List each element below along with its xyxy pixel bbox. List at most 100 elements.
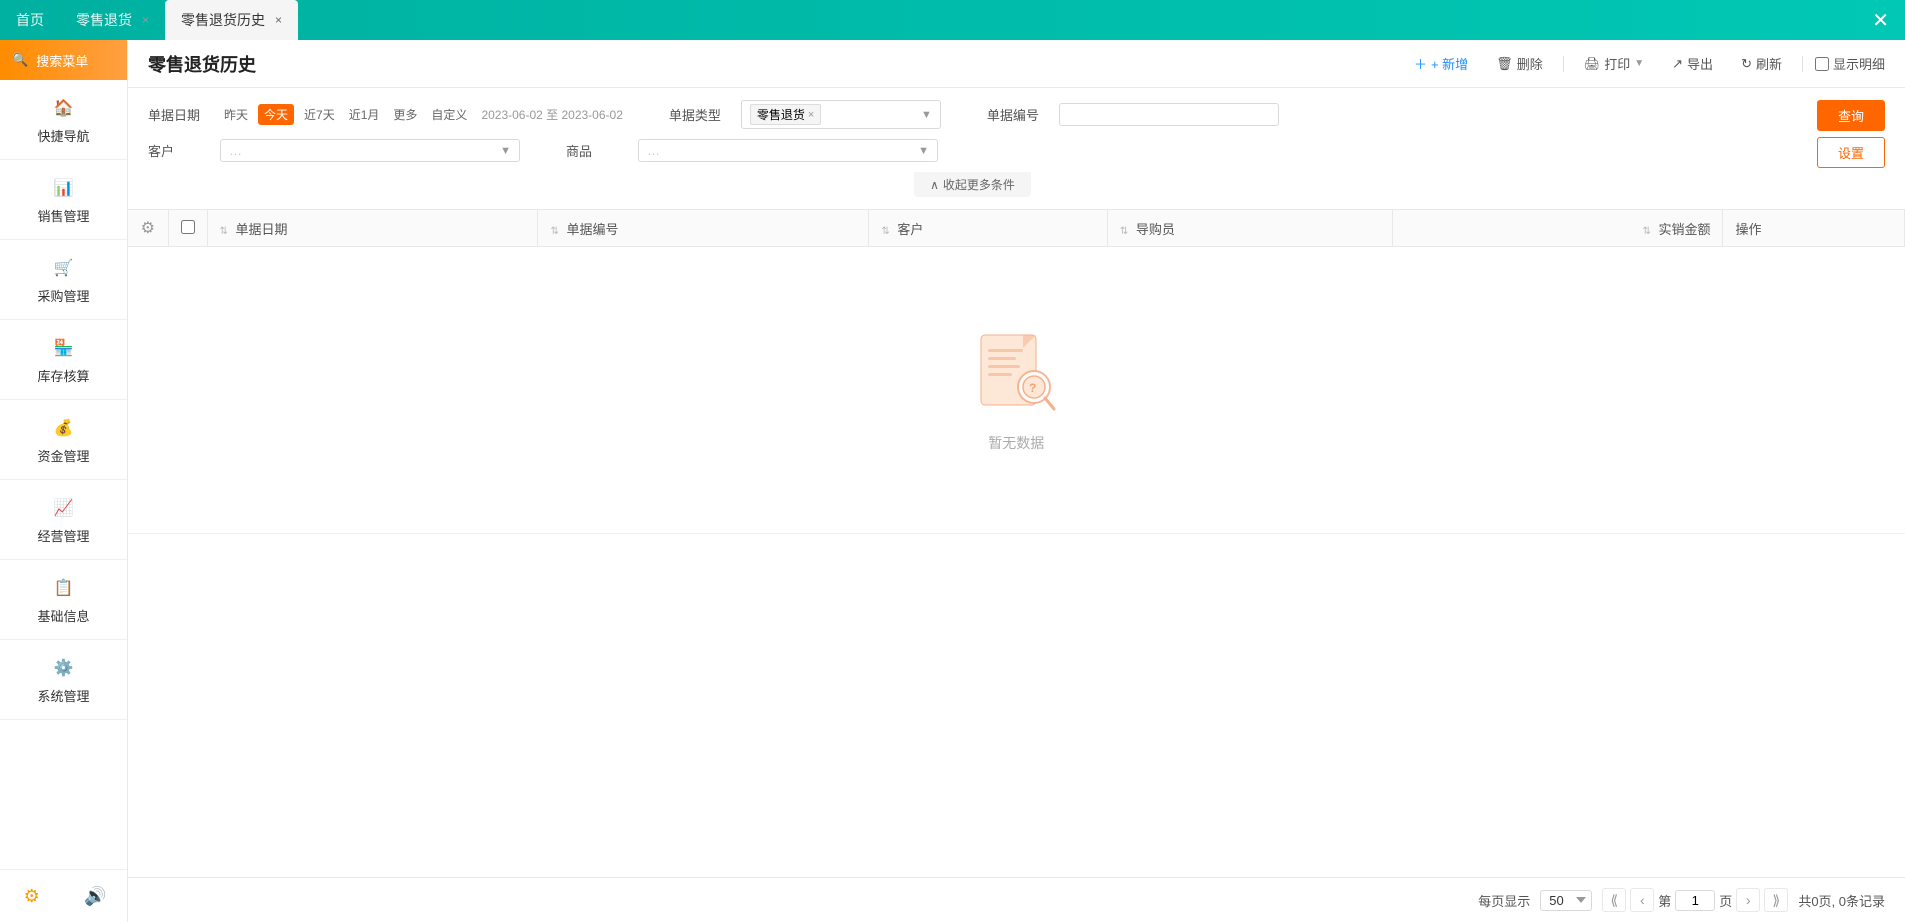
new-button[interactable]: ＋ + 新增 bbox=[1406, 50, 1476, 77]
page-next-button[interactable]: › bbox=[1736, 888, 1760, 912]
customer-select[interactable]: … ▼ bbox=[220, 139, 520, 162]
print-button[interactable]: 🖨 打印 ▼ bbox=[1576, 50, 1652, 77]
page-number-input[interactable] bbox=[1675, 890, 1715, 911]
tab-retail-return-history-close[interactable]: × bbox=[275, 13, 282, 27]
table-col-number[interactable]: ⇅ 单据编号 bbox=[538, 210, 869, 247]
sidebar-item-sales-label: 销售管理 bbox=[37, 206, 89, 225]
page-nav: ⟪ ‹ 第 页 › ⟫ bbox=[1602, 888, 1788, 912]
sidebar-item-system[interactable]: ⚙️ 系统管理 bbox=[0, 640, 127, 720]
table-col-date[interactable]: ⇅ 单据日期 bbox=[207, 210, 538, 247]
sales-icon: 📊 bbox=[50, 174, 78, 202]
purchase-icon: 🛒 bbox=[50, 254, 78, 282]
doc-type-arrow-icon: ▼ bbox=[921, 109, 932, 121]
date-btn-custom[interactable]: 自定义 bbox=[427, 104, 471, 125]
collapse-up-icon: ∧ bbox=[930, 178, 939, 192]
date-btn-more[interactable]: 更多 bbox=[389, 104, 421, 125]
sidebar-settings-button[interactable]: ⚙ bbox=[16, 880, 48, 912]
doc-type-tag-remove[interactable]: × bbox=[808, 109, 814, 121]
sidebar-item-finance[interactable]: 💰 资金管理 bbox=[0, 400, 127, 480]
page-last-button[interactable]: ⟫ bbox=[1764, 888, 1788, 912]
top-bar: 首页 零售退货 × 零售退货历史 × ✕ bbox=[0, 0, 1905, 40]
filter-fields: 单据日期 昨天 今天 近7天 近1月 更多 自定义 2023-06-02 至 2… bbox=[148, 100, 1797, 197]
export-label: 导出 bbox=[1687, 54, 1713, 73]
delete-label: 删除 bbox=[1517, 54, 1543, 73]
sidebar-item-quick-nav-label: 快捷导航 bbox=[37, 126, 89, 145]
amount-col-label: 实销金额 bbox=[1658, 222, 1710, 237]
sidebar-item-operations-label: 经营管理 bbox=[37, 526, 89, 545]
goods-placeholder: … bbox=[647, 143, 660, 158]
operations-icon: 📈 bbox=[50, 494, 78, 522]
tab-retail-return[interactable]: 零售退货 × bbox=[60, 0, 165, 40]
filter-with-btn: 单据日期 昨天 今天 近7天 近1月 更多 自定义 2023-06-02 至 2… bbox=[148, 100, 1885, 197]
sidebar-search-label: 搜索菜单 bbox=[36, 51, 88, 70]
sidebar-item-quick-nav[interactable]: 🏠 快捷导航 bbox=[0, 80, 127, 160]
sidebar-item-purchase-label: 采购管理 bbox=[37, 286, 89, 305]
sidebar-search[interactable]: 🔍 搜索菜单 bbox=[0, 40, 127, 80]
tab-home[interactable]: 首页 bbox=[0, 0, 60, 40]
basic-info-icon: 📋 bbox=[50, 574, 78, 602]
table-select-all-checkbox[interactable] bbox=[181, 220, 195, 234]
doc-type-select[interactable]: 零售退货 × ▼ bbox=[741, 100, 941, 129]
page-suffix: 页 bbox=[1719, 891, 1732, 910]
sidebar-item-purchase[interactable]: 🛒 采购管理 bbox=[0, 240, 127, 320]
table-col-customer[interactable]: ⇅ 客户 bbox=[869, 210, 1107, 247]
guide-col-label: 导购员 bbox=[1136, 222, 1175, 237]
table-settings-icon[interactable]: ⚙ bbox=[141, 220, 155, 237]
customer-label: 客户 bbox=[148, 141, 204, 160]
number-col-label: 单据编号 bbox=[566, 222, 618, 237]
svg-text:?: ? bbox=[1029, 381, 1036, 395]
date-btn-yesterday[interactable]: 昨天 bbox=[220, 104, 252, 125]
delete-button[interactable]: 🗑 删除 bbox=[1488, 50, 1551, 77]
data-table: ⚙ ⇅ 单据日期 ⇅ 单据编号 bbox=[128, 210, 1905, 534]
sidebar-item-operations[interactable]: 📈 经营管理 bbox=[0, 480, 127, 560]
divider2 bbox=[1802, 56, 1803, 72]
window-close-button[interactable]: ✕ bbox=[1872, 8, 1905, 33]
date-btn-1month[interactable]: 近1月 bbox=[345, 104, 384, 125]
goods-select[interactable]: … ▼ bbox=[638, 139, 938, 162]
date-btn-today[interactable]: 今天 bbox=[258, 104, 294, 125]
table-col-guide[interactable]: ⇅ 导购员 bbox=[1107, 210, 1392, 247]
content-area: 零售退货历史 ＋ + 新增 🗑 删除 🖨 打印 ▼ ↗ 导 bbox=[128, 40, 1905, 922]
show-detail-checkbox-label[interactable]: 显示明细 bbox=[1815, 54, 1885, 73]
collapse-label: 收起更多条件 bbox=[943, 176, 1015, 193]
show-detail-label: 显示明细 bbox=[1833, 54, 1885, 73]
per-page-select[interactable]: 10 20 50 100 bbox=[1540, 890, 1592, 911]
sidebar-item-basic-info-label: 基础信息 bbox=[37, 606, 89, 625]
query-button[interactable]: 查询 bbox=[1817, 100, 1885, 131]
empty-state-icon: ? bbox=[966, 327, 1066, 417]
refresh-button[interactable]: ↻ 刷新 bbox=[1733, 50, 1790, 77]
divider bbox=[1563, 56, 1564, 72]
table-col-settings: ⚙ bbox=[128, 210, 168, 247]
filter-row-2: 客户 … ▼ 商品 … ▼ bbox=[148, 139, 1797, 162]
new-label: + 新增 bbox=[1431, 54, 1468, 73]
empty-state-row: ? 暂无数据 bbox=[128, 247, 1905, 534]
sidebar-item-sales[interactable]: 📊 销售管理 bbox=[0, 160, 127, 240]
goods-label: 商品 bbox=[566, 141, 622, 160]
sidebar-item-basic-info[interactable]: 📋 基础信息 bbox=[0, 560, 127, 640]
show-detail-checkbox-input[interactable] bbox=[1815, 57, 1829, 71]
sidebar-audio-button[interactable]: 🔊 bbox=[79, 880, 111, 912]
tab-retail-return-close[interactable]: × bbox=[142, 13, 149, 27]
settings-button[interactable]: 设置 bbox=[1817, 137, 1885, 168]
export-icon: ↗ bbox=[1672, 56, 1683, 72]
table-col-amount[interactable]: ⇅ 实销金额 bbox=[1392, 210, 1723, 247]
page-first-button[interactable]: ⟪ bbox=[1602, 888, 1626, 912]
doc-type-tag: 零售退货 × bbox=[750, 104, 821, 125]
doc-number-input[interactable] bbox=[1059, 103, 1279, 126]
print-arrow-icon: ▼ bbox=[1634, 58, 1644, 69]
date-sort-icon: ⇅ bbox=[220, 226, 228, 237]
header-actions: ＋ + 新增 🗑 删除 🖨 打印 ▼ ↗ 导出 ↻ bbox=[1406, 50, 1885, 77]
sidebar-item-system-label: 系统管理 bbox=[37, 686, 89, 705]
export-button[interactable]: ↗ 导出 bbox=[1664, 50, 1721, 77]
empty-state: ? 暂无数据 bbox=[128, 247, 1905, 533]
date-btn-7days[interactable]: 近7天 bbox=[300, 104, 339, 125]
table-header-row: ⚙ ⇅ 单据日期 ⇅ 单据编号 bbox=[128, 210, 1905, 247]
table-container: ⚙ ⇅ 单据日期 ⇅ 单据编号 bbox=[128, 210, 1905, 877]
tab-retail-return-label: 零售退货 bbox=[76, 10, 132, 30]
page-prev-button[interactable]: ‹ bbox=[1630, 888, 1654, 912]
tab-retail-return-history[interactable]: 零售退货历史 × bbox=[165, 0, 298, 40]
amount-sort-icon: ⇅ bbox=[1642, 226, 1650, 237]
collapse-button[interactable]: ∧ 收起更多条件 bbox=[914, 172, 1031, 197]
tab-bar: 首页 零售退货 × 零售退货历史 × bbox=[0, 0, 1872, 40]
sidebar-item-inventory[interactable]: 🏪 库存核算 bbox=[0, 320, 127, 400]
